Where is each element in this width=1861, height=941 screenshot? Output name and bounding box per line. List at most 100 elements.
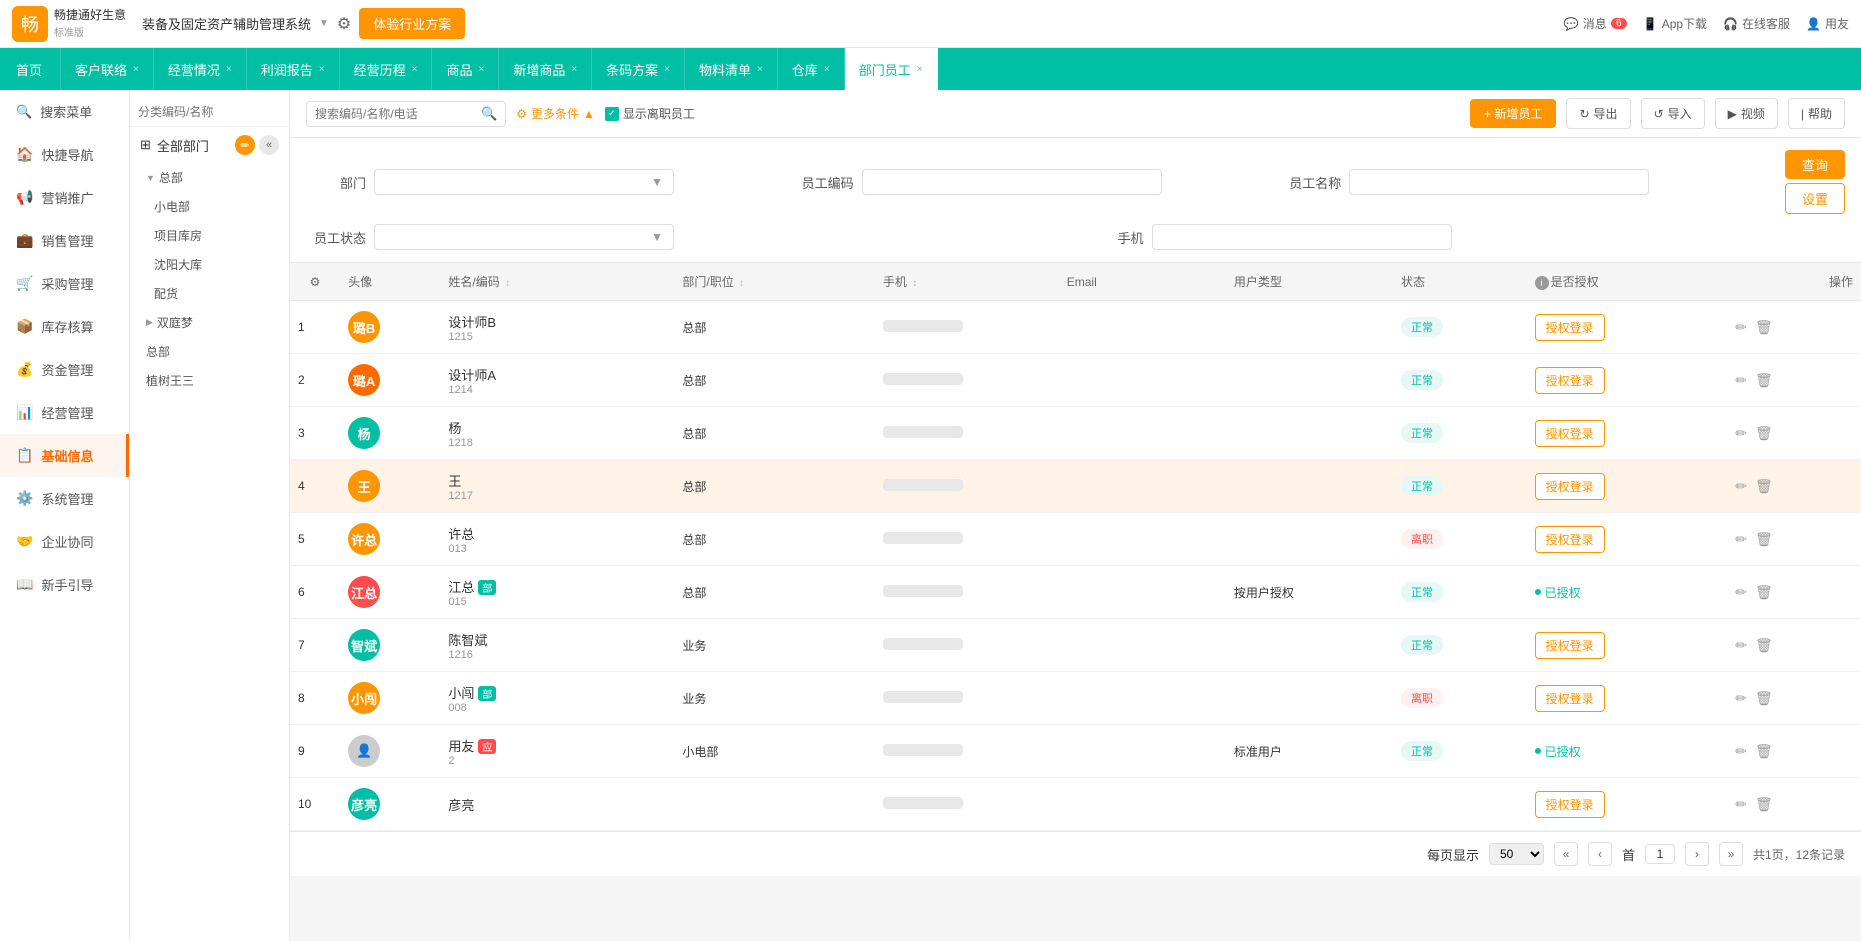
- search-btn-icon[interactable]: 🔍: [481, 106, 497, 122]
- col-dept-header[interactable]: 部门/职位 ↕: [674, 263, 875, 301]
- tree-node-general-expand[interactable]: ▼ 总部: [130, 163, 289, 192]
- nav-tab-operation[interactable]: 经营情况×: [154, 48, 247, 90]
- delete-icon[interactable]: 🗑: [1755, 478, 1773, 495]
- tab-close-icon[interactable]: ×: [133, 64, 139, 75]
- sidebar-item-marketing[interactable]: 📢 营销推广: [0, 176, 129, 219]
- edit-icon[interactable]: ✏: [1735, 637, 1747, 654]
- sidebar-item-basic-info[interactable]: 📋 基础信息: [0, 434, 129, 477]
- auth-login-button[interactable]: 授权登录: [1535, 420, 1605, 447]
- tab-close-icon[interactable]: ×: [571, 64, 577, 75]
- view-button[interactable]: ▶ 视频: [1715, 98, 1778, 129]
- auth-login-button[interactable]: 授权登录: [1535, 791, 1605, 818]
- nav-tab-warehouse[interactable]: 仓库×: [778, 48, 845, 90]
- auth-login-button[interactable]: 授权登录: [1535, 685, 1605, 712]
- nav-tab-process[interactable]: 经营历程×: [340, 48, 433, 90]
- help-button[interactable]: | 帮助: [1788, 98, 1845, 129]
- query-button[interactable]: 查询: [1785, 150, 1845, 179]
- delete-icon[interactable]: 🗑: [1755, 743, 1773, 760]
- nav-tab-material[interactable]: 物料清单×: [685, 48, 778, 90]
- edit-icon[interactable]: ✏: [1735, 796, 1747, 813]
- tab-close-icon[interactable]: ×: [664, 64, 670, 75]
- nav-tab-staff[interactable]: 部门员工×: [845, 48, 938, 90]
- import-button[interactable]: ↺ 导入: [1641, 98, 1705, 129]
- message-btn[interactable]: 💬 消息 6: [1564, 15, 1627, 32]
- sidebar-item-system[interactable]: ⚙️ 系统管理: [0, 477, 129, 520]
- tab-close-icon[interactable]: ×: [478, 64, 484, 75]
- per-page-select[interactable]: 50 100: [1489, 843, 1544, 865]
- edit-icon[interactable]: ✏: [1735, 478, 1747, 495]
- tree-node-small-elec[interactable]: 小电部: [130, 192, 289, 221]
- sidebar-item-cooperation[interactable]: 🤝 企业协同: [0, 520, 129, 563]
- tab-close-icon[interactable]: ×: [757, 64, 763, 75]
- phone-input[interactable]: [1152, 224, 1452, 250]
- app-download-btn[interactable]: 📱 App下载: [1643, 15, 1707, 32]
- tab-close-icon[interactable]: ×: [226, 64, 232, 75]
- export-button[interactable]: ↻ 导出: [1566, 98, 1630, 129]
- delete-icon[interactable]: 🗑: [1755, 319, 1773, 336]
- prev-page-btn[interactable]: ‹: [1588, 842, 1612, 866]
- nav-tab-profit[interactable]: 利润报告×: [247, 48, 340, 90]
- delete-icon[interactable]: 🗑: [1755, 637, 1773, 654]
- delete-icon[interactable]: 🗑: [1755, 372, 1773, 389]
- sidebar-search[interactable]: 🔍 搜索菜单: [0, 90, 129, 133]
- trial-button[interactable]: 体验行业方案: [359, 8, 465, 39]
- online-service-btn[interactable]: 🎧 在线客服: [1723, 15, 1790, 32]
- set-button[interactable]: 设置: [1785, 183, 1845, 214]
- tab-close-icon[interactable]: ×: [412, 64, 418, 75]
- edit-icon[interactable]: ✏: [1735, 372, 1747, 389]
- delete-icon[interactable]: 🗑: [1755, 584, 1773, 601]
- col-settings-header[interactable]: ⚙: [290, 263, 340, 301]
- edit-icon[interactable]: ✏: [1735, 743, 1747, 760]
- nav-tab-customer[interactable]: 客户联络×: [61, 48, 154, 90]
- delete-icon[interactable]: 🗑: [1755, 690, 1773, 707]
- auth-login-button[interactable]: 授权登录: [1535, 526, 1605, 553]
- show-resigned-check[interactable]: ✓ 显示离职员工: [605, 105, 695, 122]
- user-btn[interactable]: 👤 用友: [1806, 15, 1849, 32]
- tree-search-input[interactable]: [138, 105, 290, 119]
- sidebar-item-operation-mgr[interactable]: 📊 经营管理: [0, 391, 129, 434]
- tree-collapse-btn[interactable]: «: [259, 135, 279, 155]
- delete-icon[interactable]: 🗑: [1755, 531, 1773, 548]
- nav-tab-goods[interactable]: 商品×: [432, 48, 499, 90]
- search-input[interactable]: [315, 107, 475, 121]
- current-page-input[interactable]: 1: [1645, 844, 1675, 864]
- more-conditions-btn[interactable]: ⚙ 更多条件 ▲: [516, 105, 595, 122]
- auth-login-button[interactable]: 授权登录: [1535, 367, 1605, 394]
- auth-info-icon[interactable]: i: [1535, 276, 1549, 290]
- auth-login-button[interactable]: 授权登录: [1535, 314, 1605, 341]
- auth-login-button[interactable]: 授权登录: [1535, 473, 1605, 500]
- edit-icon[interactable]: ✏: [1735, 584, 1747, 601]
- tab-close-icon[interactable]: ×: [319, 64, 325, 75]
- tree-node-hq[interactable]: 总部: [130, 337, 289, 366]
- tree-node-shenyang[interactable]: 沈阳大库: [130, 250, 289, 279]
- tree-node-double-dream[interactable]: ▶ 双庭梦: [130, 308, 289, 337]
- first-page-btn[interactable]: «: [1554, 842, 1578, 866]
- delete-icon[interactable]: 🗑: [1755, 425, 1773, 442]
- emp-name-input[interactable]: [1349, 169, 1649, 195]
- edit-icon[interactable]: ✏: [1735, 319, 1747, 336]
- edit-icon[interactable]: ✏: [1735, 531, 1747, 548]
- edit-icon[interactable]: ✏: [1735, 425, 1747, 442]
- nav-tab-new_goods[interactable]: 新增商品×: [499, 48, 592, 90]
- next-page-btn[interactable]: ›: [1685, 842, 1709, 866]
- delete-icon[interactable]: 🗑: [1755, 796, 1773, 813]
- add-staff-button[interactable]: + 新增员工: [1470, 99, 1556, 128]
- nav-tab-home[interactable]: 首页: [8, 48, 61, 90]
- system-title-dropdown[interactable]: ▼: [319, 18, 329, 29]
- sidebar-item-finance[interactable]: 💰 资金管理: [0, 348, 129, 391]
- tab-close-icon[interactable]: ×: [824, 64, 830, 75]
- sidebar-item-quick-nav[interactable]: 🏠 快捷导航: [0, 133, 129, 176]
- emp-code-input[interactable]: [862, 169, 1162, 195]
- emp-status-select[interactable]: ▼: [374, 224, 674, 250]
- tree-node-distribution[interactable]: 配货: [130, 279, 289, 308]
- edit-icon[interactable]: ✏: [1735, 690, 1747, 707]
- tab-close-icon[interactable]: ×: [917, 64, 923, 75]
- sidebar-item-purchase[interactable]: 🛒 采购管理: [0, 262, 129, 305]
- tree-node-project[interactable]: 项目库房: [130, 221, 289, 250]
- tree-edit-btn[interactable]: ✏: [235, 135, 255, 155]
- col-name-header[interactable]: 姓名/编码 ↕: [440, 263, 674, 301]
- last-page-btn[interactable]: »: [1719, 842, 1743, 866]
- dept-select[interactable]: ▼: [374, 169, 674, 195]
- tree-node-planting[interactable]: 植树王三: [130, 366, 289, 395]
- sidebar-item-sales[interactable]: 💼 销售管理: [0, 219, 129, 262]
